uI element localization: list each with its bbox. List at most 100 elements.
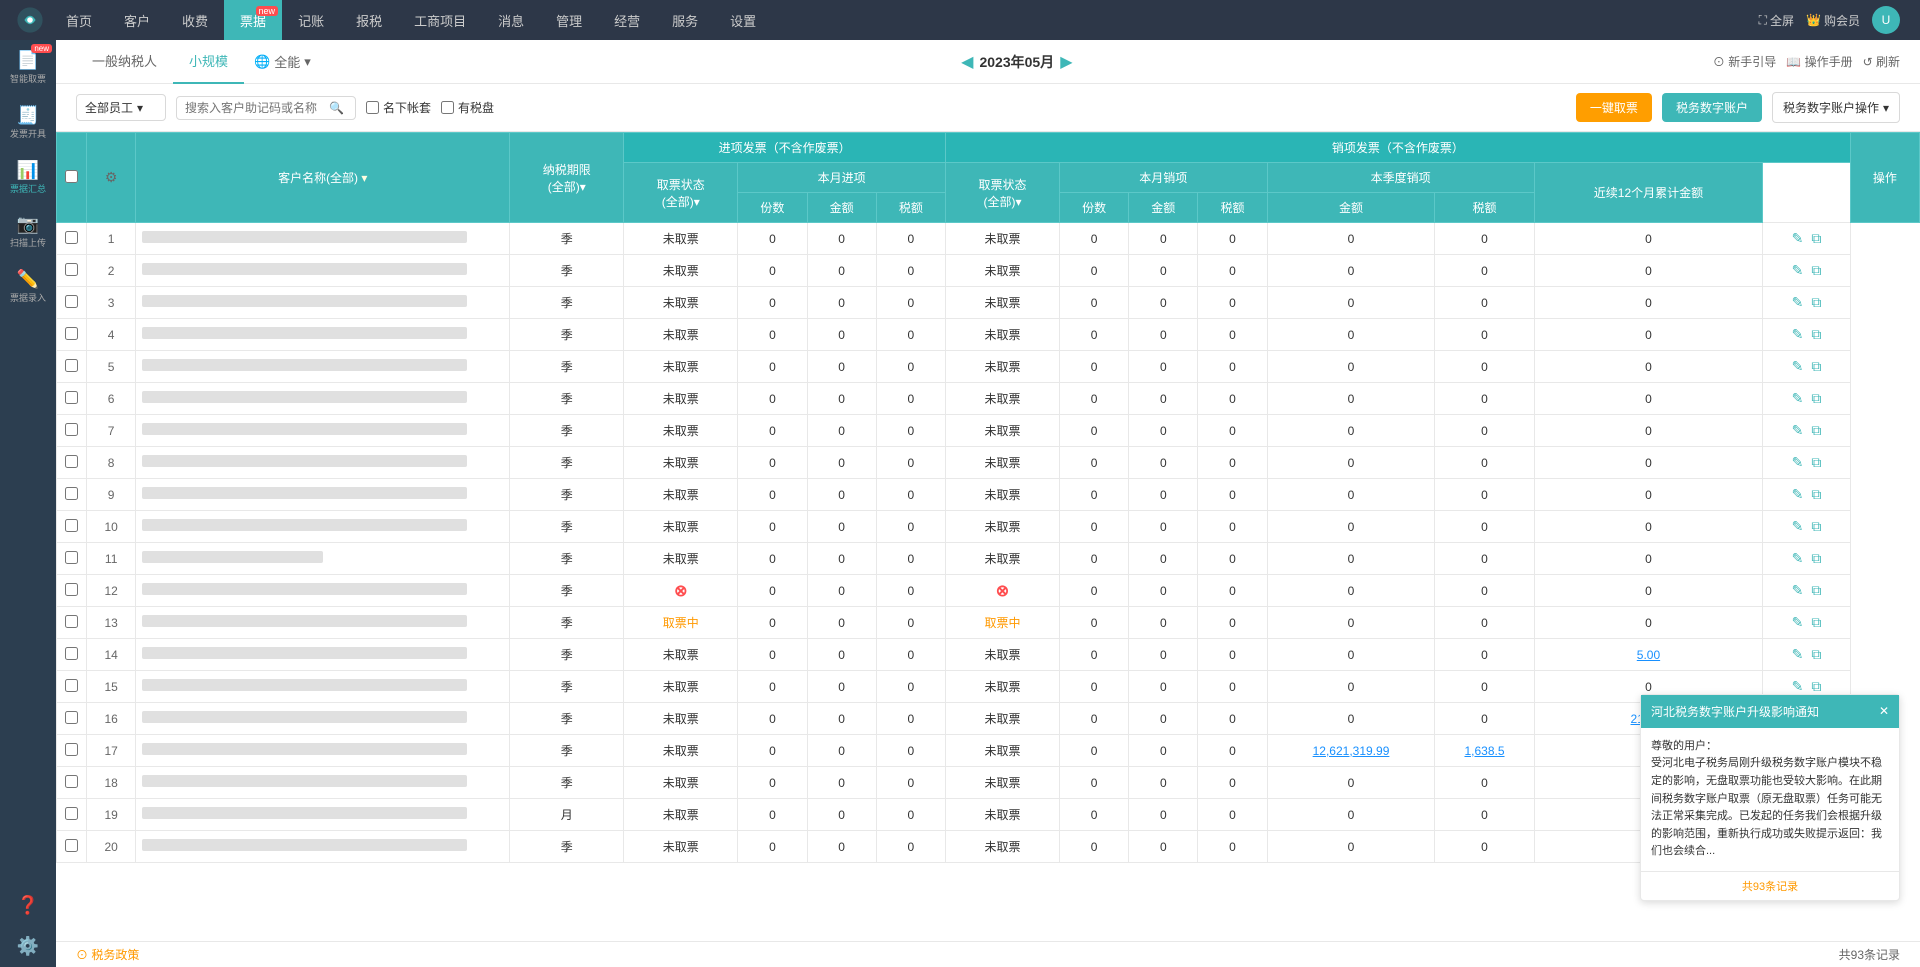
row-checkbox[interactable]: [65, 551, 78, 564]
nav-business[interactable]: 工商项目: [398, 0, 482, 40]
copy-button[interactable]: ⧉: [1809, 260, 1823, 281]
my-account-checkbox-label[interactable]: 名下帐套: [366, 99, 431, 116]
date-prev-button[interactable]: ◀: [955, 50, 979, 74]
row-checkbox[interactable]: [65, 263, 78, 276]
copy-button[interactable]: ⧉: [1809, 452, 1823, 473]
search-input[interactable]: [185, 101, 325, 115]
nav-ticket[interactable]: 票据 new: [224, 0, 282, 40]
main-table-container[interactable]: ⚙ 客户名称(全部) ▾ 纳税期限(全部)▾ 进项发票（不含作废票） 销项发票（…: [56, 132, 1920, 941]
nav-bookkeeping[interactable]: 记账: [282, 0, 340, 40]
copy-button[interactable]: ⧉: [1809, 484, 1823, 505]
copy-button[interactable]: ⧉: [1809, 292, 1823, 313]
nav-fee[interactable]: 收费: [166, 0, 224, 40]
row-checkbox[interactable]: [65, 743, 78, 756]
sidebar-item-ticket-entry[interactable]: ✏️ 票据录入: [0, 259, 56, 314]
row-checkbox[interactable]: [65, 391, 78, 404]
row-checkbox[interactable]: [65, 359, 78, 372]
sidebar-item-ticket-summary[interactable]: 📊 票据汇总: [0, 150, 56, 205]
row-checkbox[interactable]: [65, 487, 78, 500]
edit-button[interactable]: ✎: [1790, 420, 1806, 441]
edit-button[interactable]: ✎: [1790, 484, 1806, 505]
nav-manage[interactable]: 管理: [540, 0, 598, 40]
quota-filter-icon[interactable]: ▾: [580, 180, 586, 194]
user-avatar[interactable]: U: [1872, 6, 1900, 34]
nav-message[interactable]: 消息: [482, 0, 540, 40]
row-checkbox[interactable]: [65, 327, 78, 340]
copy-button[interactable]: ⧉: [1809, 388, 1823, 409]
date-next-button[interactable]: ▶: [1054, 50, 1078, 74]
edit-button[interactable]: ✎: [1790, 260, 1806, 281]
row-checkbox[interactable]: [65, 807, 78, 820]
row-checkbox[interactable]: [65, 583, 78, 596]
row-checkbox[interactable]: [65, 519, 78, 532]
my-account-checkbox[interactable]: [366, 101, 379, 114]
fullscreen-button[interactable]: ⛶ 全屏: [1759, 12, 1794, 29]
out-status-filter[interactable]: ▾: [1015, 195, 1021, 209]
client-filter-icon[interactable]: ▾: [361, 171, 367, 185]
copy-button[interactable]: ⧉: [1809, 324, 1823, 345]
cell-amount-link[interactable]: 5.00: [1637, 648, 1660, 662]
in-status-filter[interactable]: ▾: [694, 195, 700, 209]
digital-account-op-button[interactable]: 税务数字账户操作 ▾: [1772, 92, 1900, 123]
has-tax-disk-checkbox[interactable]: [441, 101, 454, 114]
row-checkbox[interactable]: [65, 455, 78, 468]
guide-link[interactable]: ⊙ 新手引导: [1713, 53, 1776, 70]
nav-settings[interactable]: 设置: [714, 0, 772, 40]
row-checkbox[interactable]: [65, 615, 78, 628]
edit-button[interactable]: ✎: [1790, 452, 1806, 473]
copy-button[interactable]: ⧉: [1809, 228, 1823, 249]
row-checkbox[interactable]: [65, 295, 78, 308]
config-icon[interactable]: ⚙: [105, 169, 118, 185]
row-checkbox[interactable]: [65, 679, 78, 692]
row-checkbox[interactable]: [65, 647, 78, 660]
sidebar-item-scan-upload[interactable]: 📷 扫描上传: [0, 204, 56, 259]
one-click-ticket-button[interactable]: 一键取票: [1576, 93, 1652, 122]
tab-general-taxpayer[interactable]: 一般纳税人: [76, 40, 173, 84]
nav-client[interactable]: 客户: [108, 0, 166, 40]
select-all-checkbox[interactable]: [65, 170, 78, 183]
search-icon[interactable]: 🔍: [329, 101, 344, 115]
sidebar-item-smart-ticket[interactable]: 📄 智能取票 new: [0, 40, 56, 95]
copy-button[interactable]: ⧉: [1809, 356, 1823, 377]
has-tax-disk-checkbox-label[interactable]: 有税盘: [441, 99, 494, 116]
policy-link[interactable]: ⊙ 税务政策: [76, 946, 139, 963]
copy-button[interactable]: ⧉: [1809, 580, 1823, 601]
row-checkbox[interactable]: [65, 775, 78, 788]
edit-button[interactable]: ✎: [1790, 228, 1806, 249]
copy-button[interactable]: ⧉: [1809, 516, 1823, 537]
row-checkbox[interactable]: [65, 423, 78, 436]
row-checkbox[interactable]: [65, 711, 78, 724]
notice-close-button[interactable]: ✕: [1879, 704, 1889, 718]
edit-button[interactable]: ✎: [1790, 516, 1806, 537]
copy-button[interactable]: ⧉: [1809, 644, 1823, 665]
scale-dropdown[interactable]: 🌐 全能 ▾: [244, 52, 321, 71]
copy-button[interactable]: ⧉: [1809, 548, 1823, 569]
employee-select[interactable]: 全部员工 ▾: [76, 94, 166, 121]
nav-service[interactable]: 服务: [656, 0, 714, 40]
edit-button[interactable]: ✎: [1790, 356, 1806, 377]
edit-button[interactable]: ✎: [1790, 644, 1806, 665]
edit-button[interactable]: ✎: [1790, 388, 1806, 409]
row-checkbox[interactable]: [65, 839, 78, 852]
manual-link[interactable]: 📖 操作手册: [1786, 53, 1852, 70]
edit-button[interactable]: ✎: [1790, 292, 1806, 313]
cell-amount-link[interactable]: 1,638.5: [1464, 744, 1504, 758]
cell-amount-link[interactable]: 12,621,319.99: [1313, 744, 1390, 758]
nav-operation[interactable]: 经营: [598, 0, 656, 40]
edit-button[interactable]: ✎: [1790, 612, 1806, 633]
copy-button[interactable]: ⧉: [1809, 420, 1823, 441]
nav-tax[interactable]: 报税: [340, 0, 398, 40]
edit-button[interactable]: ✎: [1790, 324, 1806, 345]
edit-button[interactable]: ✎: [1790, 548, 1806, 569]
edit-button[interactable]: ✎: [1790, 580, 1806, 601]
sidebar-item-help[interactable]: ❓: [0, 885, 56, 926]
digital-account-button[interactable]: 税务数字账户: [1662, 93, 1762, 122]
copy-button[interactable]: ⧉: [1809, 612, 1823, 633]
sidebar-item-invoice-open[interactable]: 🧾 发票开具: [0, 95, 56, 150]
row-checkbox[interactable]: [65, 231, 78, 244]
vip-button[interactable]: 👑 购会员: [1806, 12, 1860, 29]
refresh-button[interactable]: ↺ 刷新: [1863, 53, 1900, 70]
tab-small-scale[interactable]: 小规模: [173, 40, 244, 84]
nav-home[interactable]: 首页: [50, 0, 108, 40]
sidebar-item-settings-bottom[interactable]: ⚙️: [0, 926, 56, 967]
